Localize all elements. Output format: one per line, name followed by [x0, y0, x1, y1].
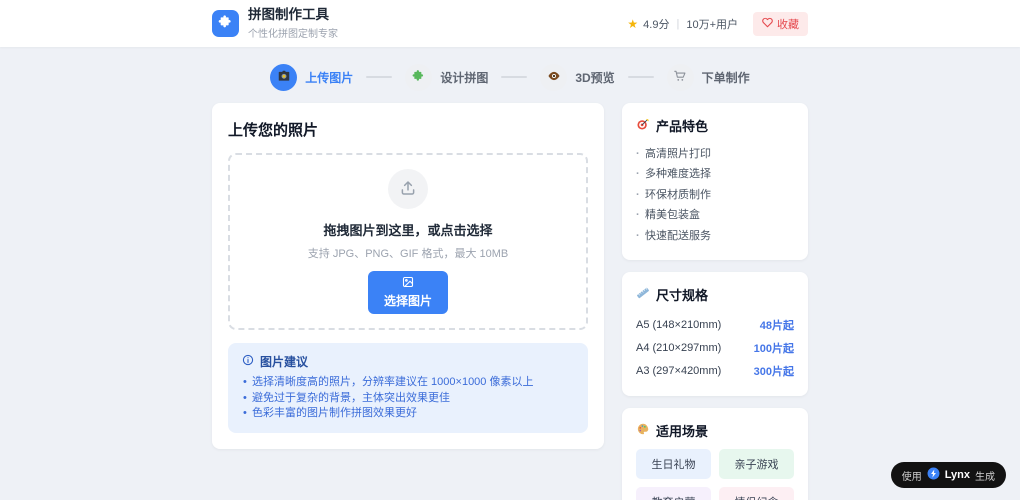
step-connector [501, 76, 528, 78]
lynx-logo-icon [927, 467, 940, 483]
step-design-puzzle[interactable]: 设计拼图 [405, 63, 489, 91]
upload-tray-icon [399, 179, 417, 200]
size-row-a4: A4 (210×297mm) 100片起 [636, 336, 794, 359]
size-pieces: 300片起 [753, 365, 794, 378]
star-icon: ★ [627, 16, 639, 31]
heart-icon [762, 17, 773, 31]
image-icon [402, 276, 414, 291]
step-connector [627, 76, 654, 78]
puzzle-icon [412, 69, 426, 86]
sizes-card: 尺寸规格 A5 (148×210mm) 48片起 A4 (210×297mm) … [622, 272, 808, 397]
info-circle-icon [242, 354, 254, 369]
feature-item: 高清照片打印 [636, 144, 794, 165]
eye-icon [547, 69, 561, 86]
tip-item: 避免过于复杂的背景，主体突出效果更佳 [242, 391, 574, 407]
feature-item: 环保材质制作 [636, 185, 794, 206]
features-list: 高清照片打印 多种难度选择 环保材质制作 精美包装盒 快速配送服务 [636, 144, 794, 247]
step-label: 设计拼图 [440, 70, 489, 85]
brand: 拼图制作工具 个性化拼图定制专家 [212, 7, 338, 40]
size-pieces: 100片起 [753, 342, 794, 355]
features-card: 产品特色 高清照片打印 多种难度选择 环保材质制作 精美包装盒 快速配送服务 [622, 103, 808, 261]
cart-icon [673, 69, 687, 86]
camera-icon [277, 69, 291, 86]
tip-item: 色彩丰富的图片制作拼图效果更好 [242, 406, 574, 422]
step-order[interactable]: 下单制作 [666, 63, 750, 91]
sidebar: 产品特色 高清照片打印 多种难度选择 环保材质制作 精美包装盒 快速配送服务 尺… [622, 103, 808, 500]
scenario-tag-education[interactable]: 教育启蒙 [636, 487, 711, 500]
upload-card-title: 上传您的照片 [228, 122, 319, 139]
scenarios-title: 适用场景 [656, 424, 709, 440]
tip-item: 选择清晰度高的照片，分辨率建议在 1000×1000 像素以上 [242, 375, 574, 391]
scenario-tag-birthday[interactable]: 生日礼物 [636, 449, 711, 480]
separator: | [676, 17, 680, 30]
step-label: 3D预览 [575, 70, 615, 85]
size-label: A3 (297×420mm) [636, 364, 722, 377]
badge-prefix: 使用 [901, 471, 922, 483]
dropzone-title: 拖拽图片到这里，或点击选择 [323, 223, 493, 238]
size-label: A4 (210×297mm) [636, 341, 722, 354]
lynx-badge[interactable]: 使用 Lynx 生成 [890, 462, 1006, 488]
size-row-a3: A3 (297×420mm) 300片起 [636, 359, 794, 382]
feature-item: 多种难度选择 [636, 164, 794, 185]
users-text: 10万+用户 [686, 18, 738, 31]
choose-image-label: 选择图片 [383, 294, 432, 308]
step-upload-image[interactable]: 上传图片 [270, 63, 354, 91]
features-title: 产品特色 [656, 119, 709, 134]
steps-nav: 上传图片 设计拼图 3D预览 下单制作 [0, 62, 1020, 92]
puzzle-piece-icon [218, 14, 234, 33]
palette-icon [636, 422, 650, 439]
dart-target-icon [636, 117, 650, 134]
feature-item: 快速配送服务 [636, 226, 794, 247]
favorite-button[interactable]: 收藏 [753, 11, 808, 36]
step-label: 上传图片 [305, 70, 354, 85]
choose-image-button[interactable]: 选择图片 [367, 271, 448, 314]
ruler-icon [636, 286, 650, 303]
favorite-label: 收藏 [777, 18, 799, 31]
dropzone-hint: 支持 JPG、PNG、GIF 格式，最大 10MB [307, 248, 509, 260]
tips-list: 选择清晰度高的照片，分辨率建议在 1000×1000 像素以上 避免过于复杂的背… [242, 375, 574, 422]
size-row-a5: A5 (148×210mm) 48片起 [636, 313, 794, 336]
upload-card: 上传您的照片 拖拽图片到这里，或点击选择 支持 JPG、PNG、GIF 格式，最… [212, 103, 604, 449]
step-3d-preview[interactable]: 3D预览 [540, 63, 615, 91]
size-pieces: 48片起 [759, 319, 794, 332]
app-subtitle: 个性化拼图定制专家 [248, 28, 338, 40]
app-logo [212, 10, 239, 37]
upload-dropzone[interactable]: 拖拽图片到这里，或点击选择 支持 JPG、PNG、GIF 格式，最大 10MB … [228, 153, 588, 330]
app-title: 拼图制作工具 [248, 7, 329, 23]
feature-item: 精美包装盒 [636, 205, 794, 226]
badge-suffix: 生成 [975, 471, 995, 483]
rating-text: 4.9分 [643, 18, 670, 31]
scenario-tag-couple[interactable]: 情侣纪念 [719, 487, 794, 500]
app-header: 拼图制作工具 个性化拼图定制专家 ★ 4.9分 | 10万+用户 收藏 [0, 0, 1020, 47]
photo-tips-box: 图片建议 选择清晰度高的照片，分辨率建议在 1000×1000 像素以上 避免过… [228, 343, 588, 433]
scenario-tags: 生日礼物 亲子游戏 教育启蒙 情侣纪念 [636, 449, 794, 500]
scenarios-card: 适用场景 生日礼物 亲子游戏 教育启蒙 情侣纪念 [622, 408, 808, 500]
tips-title: 图片建议 [260, 355, 309, 369]
size-label: A5 (148×210mm) [636, 318, 722, 331]
sizes-title: 尺寸规格 [656, 288, 709, 304]
step-label: 下单制作 [701, 70, 750, 85]
scenario-tag-family[interactable]: 亲子游戏 [719, 449, 794, 480]
badge-brand: Lynx [944, 469, 970, 481]
step-connector [366, 76, 393, 78]
